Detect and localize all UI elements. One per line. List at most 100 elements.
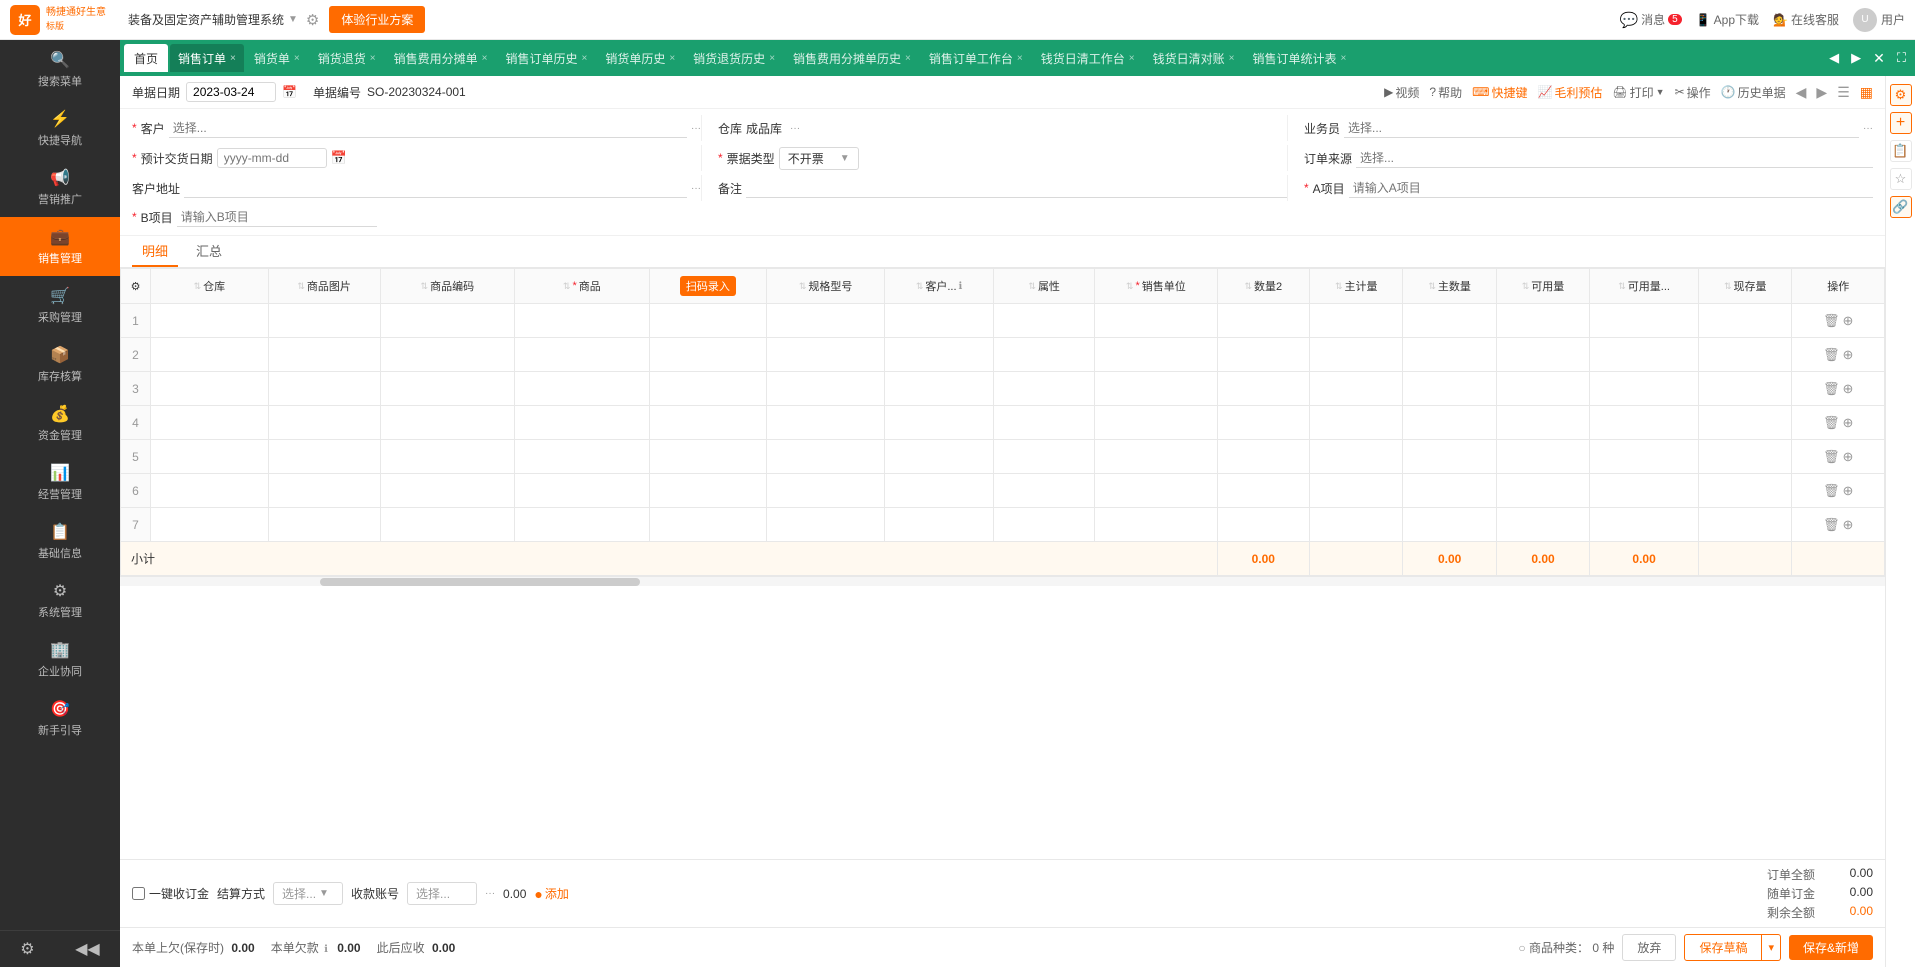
tab-prev-btn[interactable]: ◀: [1824, 48, 1844, 68]
col-header-customer-code[interactable]: ⇅ 客户... ℹ: [884, 269, 993, 304]
tab-close-order-history[interactable]: ×: [581, 53, 587, 64]
tab-close-fee-split[interactable]: ×: [482, 53, 488, 64]
row-qty2-1[interactable]: [1217, 304, 1309, 338]
tab-fee-split[interactable]: 销售费用分摊单 ×: [386, 44, 496, 72]
delete-row-3-btn[interactable]: 🗑: [1823, 381, 1840, 397]
order-source-input[interactable]: [1356, 149, 1873, 168]
tab-order-history[interactable]: 销售订单历史 ×: [497, 44, 595, 72]
video-link[interactable]: ▶ 视频: [1384, 84, 1419, 101]
copy-row-1-btn[interactable]: ⊕: [1843, 313, 1854, 329]
copy-row-2-btn[interactable]: ⊕: [1843, 347, 1854, 363]
salesperson-input[interactable]: [1344, 119, 1859, 138]
tab-sales-return[interactable]: 销货退货 ×: [310, 44, 384, 72]
customer-input[interactable]: [169, 119, 687, 138]
delete-row-4-btn[interactable]: 🗑: [1823, 415, 1840, 431]
tab-maximize-btn[interactable]: ⛶: [1892, 48, 1911, 68]
save-new-btn[interactable]: 保存&新增: [1789, 935, 1873, 960]
copy-row-3-btn[interactable]: ⊕: [1843, 381, 1854, 397]
col-header-available2[interactable]: ⇅ 可用量...: [1590, 269, 1699, 304]
abandon-btn[interactable]: 放弃: [1622, 934, 1676, 961]
delivery-calendar-icon[interactable]: 📅: [331, 150, 347, 166]
tab-summary[interactable]: 汇总: [186, 236, 232, 267]
col-header-main-qty[interactable]: ⇅ 主数量: [1403, 269, 1496, 304]
delete-row-2-btn[interactable]: 🗑: [1823, 347, 1840, 363]
col-header-sales-unit[interactable]: ⇅ * 销售单位: [1095, 269, 1217, 304]
col-header-gear[interactable]: ⚙: [121, 269, 151, 304]
delete-row-5-btn[interactable]: 🗑: [1823, 449, 1840, 465]
online-service-btn[interactable]: 💁 在线客服: [1773, 11, 1839, 28]
tab-close-reconcile[interactable]: ×: [1229, 53, 1235, 64]
sidebar-item-search[interactable]: 🔍 搜索菜单: [0, 40, 120, 99]
salesperson-more-btn[interactable]: ···: [1863, 123, 1873, 134]
row-code-1[interactable]: [380, 304, 515, 338]
delivery-date-input[interactable]: [217, 148, 327, 168]
sidebar-item-finance[interactable]: 💰 资金管理: [0, 394, 120, 453]
calendar-icon[interactable]: 📅: [282, 85, 297, 99]
industry-btn[interactable]: 体验行业方案: [329, 6, 425, 33]
sidebar-settings-btn[interactable]: ⚙: [20, 939, 34, 959]
tab-return-history[interactable]: 销货退货历史 ×: [685, 44, 783, 72]
right-tool-star[interactable]: ☆: [1890, 168, 1912, 190]
tab-home[interactable]: 首页: [124, 44, 168, 72]
sidebar-item-inventory[interactable]: 📦 库存核算: [0, 335, 120, 394]
sidebar-item-marketing[interactable]: 📢 营销推广: [0, 158, 120, 217]
sidebar-collapse-btn[interactable]: ◀◀: [75, 939, 100, 959]
delete-row-1-btn[interactable]: 🗑: [1823, 313, 1840, 329]
sidebar-item-guide[interactable]: 🎯 新手引导: [0, 689, 120, 748]
delete-row-6-btn[interactable]: 🗑: [1823, 483, 1840, 499]
col-header-warehouse[interactable]: ⇅ 仓库: [151, 269, 269, 304]
copy-row-7-btn[interactable]: ⊕: [1843, 517, 1854, 533]
col-header-stock[interactable]: ⇅ 现存量: [1699, 269, 1792, 304]
account-select[interactable]: 选择...: [407, 882, 477, 905]
sidebar-item-enterprise[interactable]: 🏢 企业协同: [0, 630, 120, 689]
right-tool-plus[interactable]: +: [1890, 112, 1912, 134]
tab-close-order-workbench[interactable]: ×: [1017, 53, 1023, 64]
app-download-btn[interactable]: 📱 App下载: [1696, 11, 1759, 28]
tab-close-sales-goods[interactable]: ×: [294, 53, 300, 64]
right-tool-flag[interactable]: 📋: [1890, 140, 1912, 162]
col-header-qty2[interactable]: ⇅ 数量2: [1217, 269, 1309, 304]
b-project-input[interactable]: [177, 208, 377, 227]
tab-close-return-history[interactable]: ×: [769, 53, 775, 64]
shortcut-link[interactable]: ⌨ 快捷键: [1472, 84, 1527, 101]
save-draft-btn[interactable]: 保存草稿: [1684, 934, 1762, 961]
save-draft-dropdown-btn[interactable]: ▾: [1762, 934, 1781, 961]
row-main-qty-1[interactable]: [1403, 304, 1496, 338]
tab-close-stats[interactable]: ×: [1340, 53, 1346, 64]
account-more-btn[interactable]: ···: [485, 888, 495, 899]
col-header-code[interactable]: ⇅ 商品编码: [380, 269, 515, 304]
tab-sales-goods[interactable]: 销货单 ×: [246, 44, 308, 72]
tab-close-fee-history[interactable]: ×: [905, 53, 911, 64]
address-more-btn[interactable]: ···: [691, 183, 701, 194]
row-warehouse-1[interactable]: [151, 304, 269, 338]
sidebar-item-sales[interactable]: 💼 销售管理: [0, 217, 120, 276]
row-product-1[interactable]: [515, 304, 650, 338]
sidebar-item-nav[interactable]: ⚡ 快捷导航: [0, 99, 120, 158]
tab-fee-history[interactable]: 销售费用分摊单历史 ×: [785, 44, 919, 72]
profit-link[interactable]: 📈 毛利预估: [1537, 84, 1602, 101]
settings-icon[interactable]: ⚙: [306, 11, 319, 29]
col-header-available[interactable]: ⇅ 可用量: [1496, 269, 1589, 304]
col-header-attr[interactable]: ⇅ 属性: [994, 269, 1095, 304]
tab-close-goods-history[interactable]: ×: [669, 53, 675, 64]
warehouse-more-btn[interactable]: ···: [790, 123, 800, 134]
tab-close-daily-workbench[interactable]: ×: [1129, 53, 1135, 64]
remarks-input[interactable]: [746, 179, 1287, 198]
row-spec-1[interactable]: [767, 304, 885, 338]
list-view-icon[interactable]: ☰: [1837, 84, 1850, 101]
tab-detail[interactable]: 明细: [132, 236, 178, 267]
add-payment-btn[interactable]: ● 添加: [534, 885, 568, 902]
sidebar-item-basic-info[interactable]: 📋 基础信息: [0, 512, 120, 571]
tab-reconcile[interactable]: 钱货日清对账 ×: [1145, 44, 1243, 72]
print-btn[interactable]: 🖨 打印 ▼: [1612, 84, 1664, 101]
order-date-input[interactable]: [186, 82, 276, 102]
help-link[interactable]: ? 帮助: [1429, 84, 1462, 101]
operations-btn[interactable]: ✂ 操作: [1675, 84, 1711, 101]
col-header-product[interactable]: ⇅ * 商品: [515, 269, 650, 304]
row-customer-code-1[interactable]: [884, 304, 993, 338]
sidebar-item-purchase[interactable]: 🛒 采购管理: [0, 276, 120, 335]
tab-order-workbench[interactable]: 销售订单工作台 ×: [921, 44, 1031, 72]
col-header-main-unit[interactable]: ⇅ 主计量: [1310, 269, 1403, 304]
nav-left-btn[interactable]: ◀: [1796, 84, 1807, 101]
copy-row-5-btn[interactable]: ⊕: [1843, 449, 1854, 465]
